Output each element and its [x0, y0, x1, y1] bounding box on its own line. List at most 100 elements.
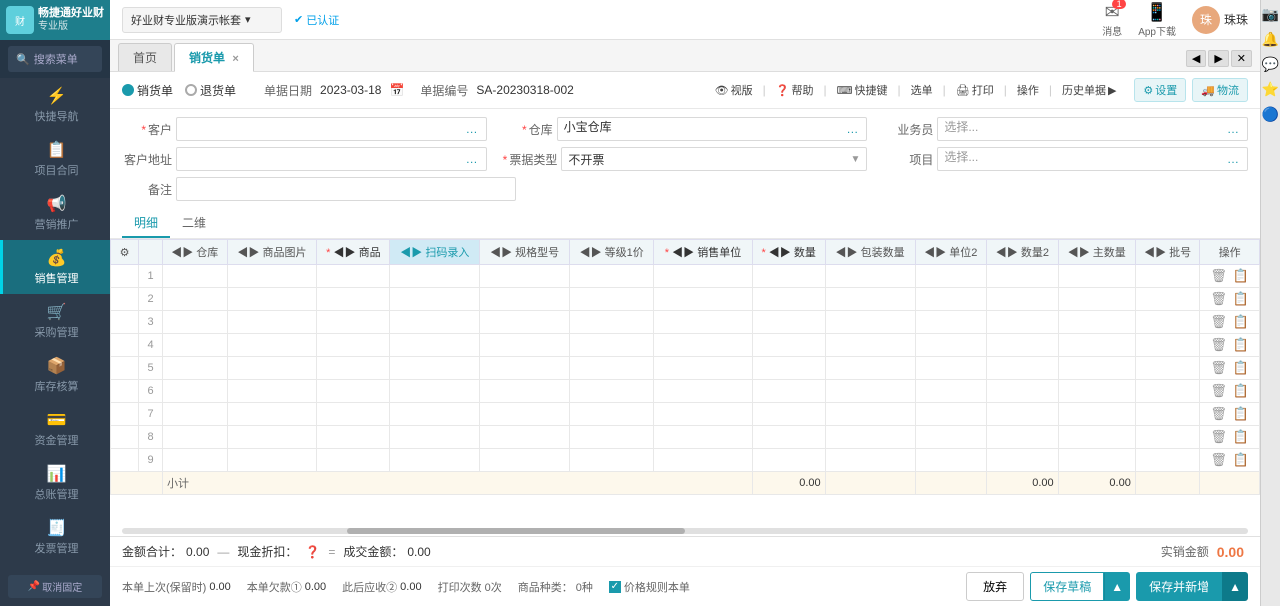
sidebar-item-marketing[interactable]: 📢 营销推广 [0, 186, 110, 240]
user-profile[interactable]: 珠 珠珠 [1192, 6, 1248, 34]
salesperson-picker-icon[interactable]: … [1225, 122, 1241, 136]
row-packqty-1[interactable] [825, 265, 915, 288]
row-delete-6[interactable]: 🗑 [1208, 383, 1229, 399]
invoice-type-select[interactable]: 不开票 ▼ [561, 147, 867, 171]
row-delete-9[interactable]: 🗑 [1208, 452, 1229, 468]
price-rule-checkbox[interactable]: ✓ 价格规则本单 [609, 579, 690, 595]
row-warehouse-1[interactable] [163, 265, 228, 288]
tab-prev-button[interactable]: ◀ [1186, 50, 1206, 67]
logistics-button[interactable]: 🚚 物流 [1192, 78, 1248, 102]
col-qty-header[interactable]: ◀▶ 数量 [752, 240, 825, 265]
sidebar-item-accounting[interactable]: 📊 总账管理 [0, 456, 110, 510]
save-new-arrow-button[interactable]: ▲ [1222, 572, 1248, 601]
sidebar-item-inventory[interactable]: 📦 库存核算 [0, 348, 110, 402]
row-copy-4[interactable]: 📋 [1231, 337, 1251, 353]
col-mainqty-header[interactable]: ◀▶ 主数量 [1058, 240, 1135, 265]
row-qty2-1[interactable] [987, 265, 1059, 288]
col-price1-header[interactable]: ◀▶ 等级1价 [570, 240, 654, 265]
row-image-1[interactable] [227, 265, 317, 288]
salesperson-input[interactable]: 选择... … [937, 117, 1248, 141]
row-unit-1[interactable] [654, 265, 752, 288]
save-new-button[interactable]: 保存并新增 [1136, 572, 1222, 601]
right-panel-btn-1[interactable]: 📷 [1260, 4, 1280, 25]
sidebar-item-invoicing[interactable]: 🧾 发票管理 [0, 510, 110, 564]
col-batch-header[interactable]: ◀▶ 批号 [1135, 240, 1200, 265]
tab-close-icon[interactable]: × [232, 53, 238, 65]
row-qty-1[interactable] [752, 265, 825, 288]
table-tab-2d[interactable]: 二维 [170, 209, 218, 238]
row-mainqty-1[interactable] [1058, 265, 1135, 288]
tab-sales-order[interactable]: 销货单 × [174, 43, 254, 72]
address-input[interactable]: … [176, 147, 487, 171]
row-delete-5[interactable]: 🗑 [1208, 360, 1229, 376]
address-picker-icon[interactable]: … [464, 152, 480, 166]
row-batch-1[interactable] [1135, 265, 1200, 288]
row-barcode-1[interactable] [390, 265, 480, 288]
tab-close-all-button[interactable]: ✕ [1231, 50, 1252, 67]
shortcut-button[interactable]: ⌨ 快捷键 [833, 80, 892, 100]
col-unit-header[interactable]: ◀▶ 销售单位 [654, 240, 752, 265]
settings-button[interactable]: ⚙ 设置 [1134, 78, 1186, 102]
warehouse-input[interactable]: 小宝仓库 … [557, 117, 868, 141]
right-panel-btn-5[interactable]: 🔵 [1260, 104, 1280, 125]
col-spec-header[interactable]: ◀▶ 规格型号 [480, 240, 570, 265]
col-warehouse-header[interactable]: ◀▶ 仓库 [163, 240, 228, 265]
note-input[interactable] [176, 177, 516, 201]
row-delete-7[interactable]: 🗑 [1208, 406, 1229, 422]
calendar-icon[interactable]: 📅 [389, 83, 404, 97]
sidebar-item-projects[interactable]: 📋 项目合同 [0, 132, 110, 186]
project-picker-icon[interactable]: … [1225, 152, 1241, 166]
row-unit2-1[interactable] [915, 265, 987, 288]
row-price1-1[interactable] [570, 265, 654, 288]
col-product-header[interactable]: ◀▶ 商品 [317, 240, 390, 265]
row-spec-1[interactable] [480, 265, 570, 288]
row-copy-1[interactable]: 📋 [1231, 268, 1251, 284]
tab-next-button[interactable]: ▶ [1208, 50, 1228, 67]
right-panel-btn-3[interactable]: 💬 [1260, 54, 1280, 75]
save-draft-arrow-button[interactable]: ▲ [1104, 572, 1130, 601]
right-panel-btn-2[interactable]: 🔔 [1260, 29, 1280, 50]
operation-button[interactable]: 操作 [1013, 80, 1043, 100]
col-unit2-header[interactable]: ◀▶ 单位2 [915, 240, 987, 265]
sidebar-item-purchase[interactable]: 🛒 采购管理 [0, 294, 110, 348]
message-button[interactable]: ✉ 消息 1 [1102, 2, 1122, 38]
search-menu-button[interactable]: 🔍 搜索菜单 [8, 46, 102, 72]
row-copy-7[interactable]: 📋 [1231, 406, 1251, 422]
select-button[interactable]: 选单 [907, 80, 937, 100]
cancel-fixed-button[interactable]: 📌 取消固定 [8, 575, 102, 598]
sidebar-item-sales[interactable]: 💰 销售管理 [0, 240, 110, 294]
radio-sales-order[interactable]: 销货单 [122, 82, 173, 99]
warehouse-picker-icon[interactable]: … [844, 122, 860, 136]
row-copy-3[interactable]: 📋 [1231, 314, 1251, 330]
abandon-button[interactable]: 放弃 [966, 572, 1024, 601]
horizontal-scrollbar[interactable] [122, 528, 1248, 534]
view-button[interactable]: 👁 视版 [711, 80, 757, 100]
tab-home[interactable]: 首页 [118, 43, 172, 71]
project-input[interactable]: 选择... … [937, 147, 1248, 171]
save-draft-button[interactable]: 保存草稿 [1030, 572, 1104, 601]
right-panel-btn-4[interactable]: ⭐ [1260, 79, 1280, 100]
row-copy-8[interactable]: 📋 [1231, 429, 1251, 445]
row-copy-9[interactable]: 📋 [1231, 452, 1251, 468]
customer-picker-icon[interactable]: … [464, 122, 480, 136]
radio-return-order[interactable]: 退货单 [185, 82, 236, 99]
print-button[interactable]: 🖨 打印 [952, 80, 998, 100]
col-barcode-header[interactable]: ◀▶ 扫码录入 [390, 240, 480, 265]
history-button[interactable]: 历史单据 ▶ [1058, 80, 1120, 100]
sidebar-item-quicknav[interactable]: ⚡ 快捷导航 [0, 78, 110, 132]
row-copy-5[interactable]: 📋 [1231, 360, 1251, 376]
row-delete-3[interactable]: 🗑 [1208, 314, 1229, 330]
col-image-header[interactable]: ◀▶ 商品图片 [227, 240, 317, 265]
col-settings-header[interactable]: ⚙ [111, 240, 139, 265]
company-selector[interactable]: 好业财专业版演示帐套 ▾ [122, 7, 282, 33]
row-product-1[interactable] [317, 265, 390, 288]
row-copy-2[interactable]: 📋 [1231, 291, 1251, 307]
col-qty2-header[interactable]: ◀▶ 数量2 [987, 240, 1059, 265]
customer-input[interactable]: … [176, 117, 487, 141]
help-button[interactable]: ❓ 帮助 [772, 80, 818, 100]
app-download-button[interactable]: 📱 App下载 [1138, 2, 1176, 38]
row-delete-1[interactable]: 🗑 [1208, 268, 1229, 284]
row-delete-8[interactable]: 🗑 [1208, 429, 1229, 445]
row-copy-6[interactable]: 📋 [1231, 383, 1251, 399]
col-packqty-header[interactable]: ◀▶ 包装数量 [825, 240, 915, 265]
